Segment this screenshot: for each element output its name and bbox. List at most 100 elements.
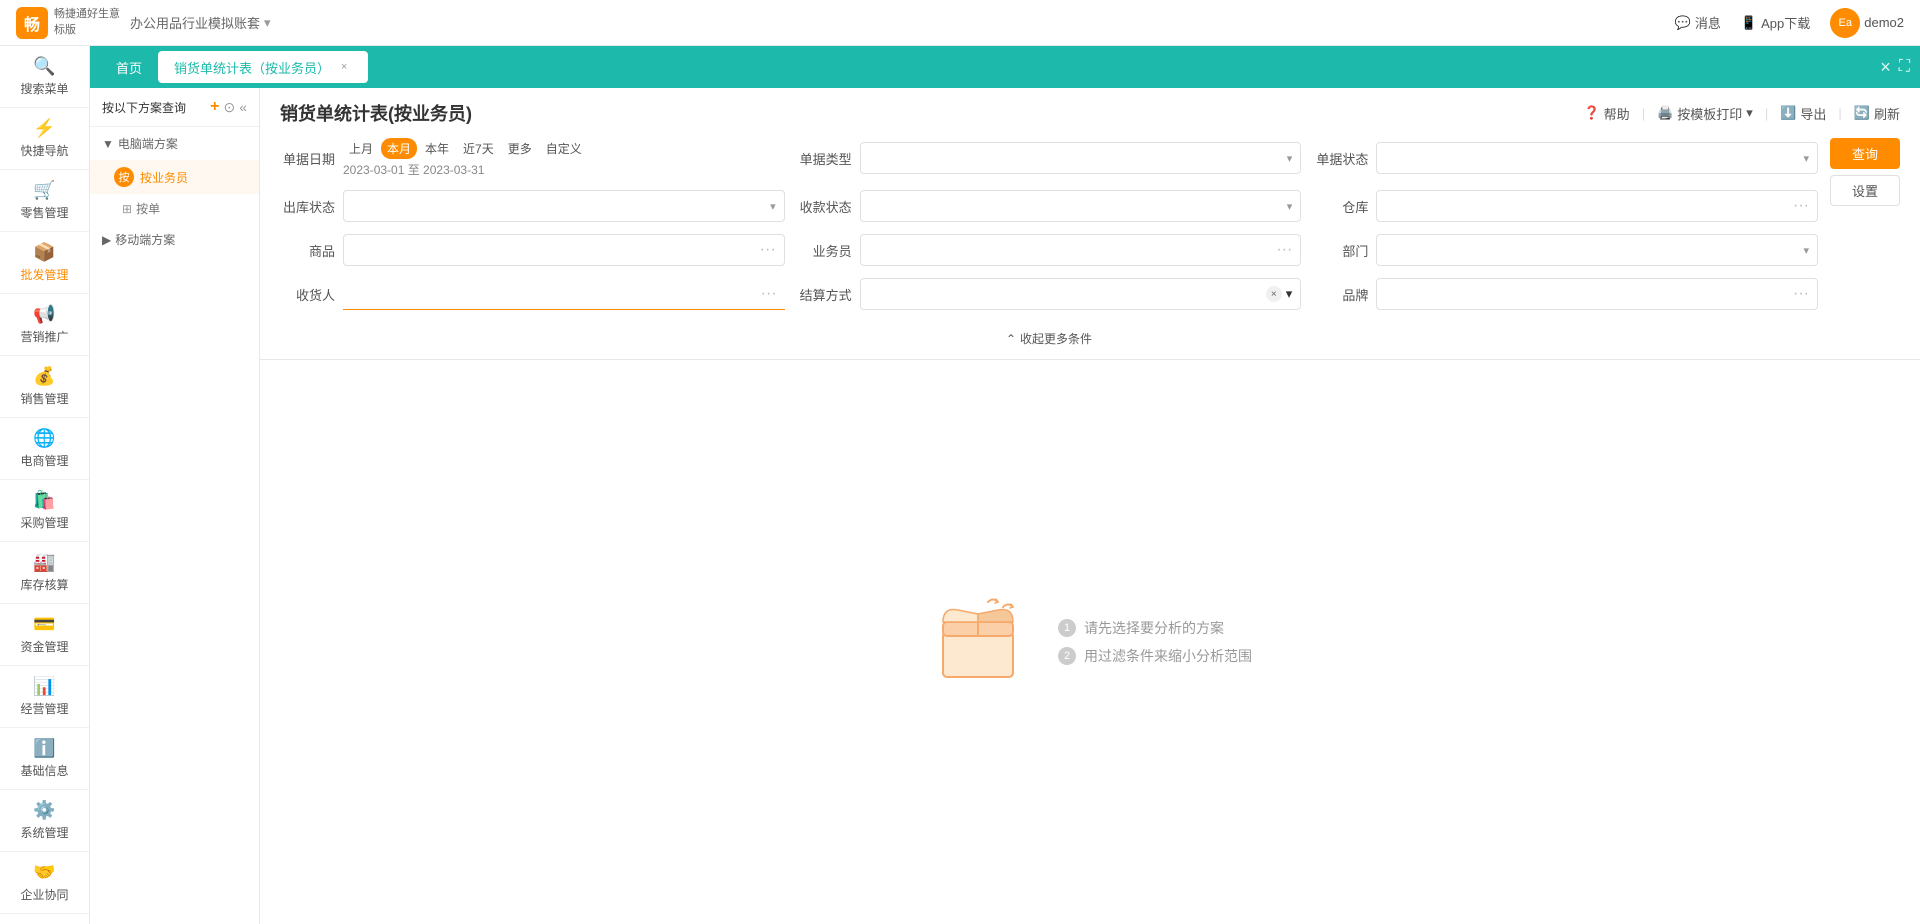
date-tab-last-month[interactable]: 上月 xyxy=(343,138,379,159)
doc-type-select[interactable]: ▾ xyxy=(860,142,1302,174)
separator3: | xyxy=(1838,106,1841,121)
collapse-arrow-icon: ⌃ xyxy=(1006,332,1016,346)
sidebar-item-marketing[interactable]: 📢 营销推广 xyxy=(0,294,89,356)
scheme-settings-icon[interactable]: ⊙ xyxy=(223,99,235,116)
sidebar-item-newbie[interactable]: 🎓 新手引导 xyxy=(0,914,89,924)
brand-input[interactable]: ··· xyxy=(1376,278,1818,310)
message-button[interactable]: 💬 消息 xyxy=(1675,13,1721,32)
tab-home[interactable]: 首页 xyxy=(100,51,158,83)
scheme-group-mobile: ▶ 移动端方案 xyxy=(90,223,259,256)
warehouse-dots-icon[interactable]: ··· xyxy=(1793,197,1809,215)
sidebar-item-system[interactable]: ⚙️ 系统管理 xyxy=(0,790,89,852)
tab-close-button[interactable]: × xyxy=(336,59,352,75)
receiver-dots-icon[interactable]: ··· xyxy=(761,285,777,303)
payment-dropdown-icon[interactable]: ▾ xyxy=(1286,286,1293,302)
expand-arrow-icon2: ▶ xyxy=(102,233,111,247)
tip1-text: 请先选择要分析的方案 xyxy=(1084,618,1224,638)
goods-dots-icon[interactable]: ··· xyxy=(760,241,776,259)
payment-clear-icon[interactable]: × xyxy=(1266,286,1282,302)
sidebar-item-quick-nav[interactable]: ⚡ 快捷导航 xyxy=(0,108,89,170)
date-tab-this-month[interactable]: 本月 xyxy=(381,138,417,159)
date-tab-this-year[interactable]: 本年 xyxy=(419,138,455,159)
date-tabs: 上月 本月 本年 近7天 更多 自定义 xyxy=(343,138,785,159)
scheme-group-desktop-title[interactable]: ▼ 电脑端方案 xyxy=(90,127,259,160)
goods-input[interactable]: ··· xyxy=(343,234,785,266)
salesperson-dots-icon[interactable]: ··· xyxy=(1276,241,1292,259)
scheme-add-icon[interactable]: + xyxy=(210,98,219,116)
sidebar-item-retail[interactable]: 🛒 零售管理 xyxy=(0,170,89,232)
date-tab-more[interactable]: 更多 xyxy=(502,138,538,159)
main-layout: 🔍 搜索菜单 ⚡ 快捷导航 🛒 零售管理 📦 批发管理 📢 营销推广 💰 销售管… xyxy=(0,46,1920,924)
sidebar-item-inventory[interactable]: 🏭 库存核算 xyxy=(0,542,89,604)
out-status-select[interactable]: ▾ xyxy=(343,190,785,222)
template-print-label: 按模板打印 xyxy=(1677,104,1742,123)
department-dropdown-icon: ▾ xyxy=(1803,244,1809,257)
sidebar-item-purchase[interactable]: 🛍️ 采购管理 xyxy=(0,480,89,542)
print-dropdown-icon: ▾ xyxy=(1746,105,1753,121)
collect-status-select[interactable]: ▾ xyxy=(860,190,1302,222)
filter-goods-field: 商品 ··· xyxy=(280,234,785,266)
warehouse-label: 仓库 xyxy=(1313,197,1368,216)
filter-salesperson-field: 业务员 ··· xyxy=(797,234,1302,266)
refresh-button[interactable]: 🔄 刷新 xyxy=(1854,104,1900,123)
scheme-group-desktop-label: 电脑端方案 xyxy=(118,135,178,152)
scheme-item-by-salesperson[interactable]: 按 按业务员 xyxy=(90,160,259,194)
doc-type-label: 单据类型 xyxy=(797,149,852,168)
finance-icon: 💳 xyxy=(33,614,55,635)
app-download-button[interactable]: 📱 App下载 xyxy=(1741,13,1810,32)
sidebar-item-basic[interactable]: ℹ️ 基础信息 xyxy=(0,728,89,790)
settings-button[interactable]: 设置 xyxy=(1830,175,1900,206)
sidebar-item-finance[interactable]: 💳 资金管理 xyxy=(0,604,89,666)
purchase-icon: 🛍️ xyxy=(33,490,55,511)
sidebar-item-enterprise[interactable]: 🤝 企业协同 xyxy=(0,852,89,914)
doc-type-dropdown-icon: ▾ xyxy=(1287,152,1293,165)
sidebar-item-label: 零售管理 xyxy=(20,204,68,221)
receiver-input[interactable]: ··· xyxy=(343,278,785,310)
scheme-sub-item-by-order[interactable]: ⊞ 按单 xyxy=(90,194,259,223)
expand-arrow-icon: ▼ xyxy=(102,137,114,151)
brand-label: 品牌 xyxy=(1313,285,1368,304)
department-select[interactable]: ▾ xyxy=(1376,234,1818,266)
scheme-actions: + ⊙ « xyxy=(210,98,247,116)
date-tab-custom[interactable]: 自定义 xyxy=(540,138,588,159)
tab-sales-stat[interactable]: 销货单统计表（按业务员） × xyxy=(158,51,368,83)
sidebar-item-search[interactable]: 🔍 搜索菜单 xyxy=(0,46,89,108)
tab-home-label: 首页 xyxy=(116,58,142,77)
brand-dots-icon[interactable]: ··· xyxy=(1793,285,1809,303)
sidebar-item-label: 经营管理 xyxy=(20,700,68,717)
salesperson-input[interactable]: ··· xyxy=(860,234,1302,266)
sidebar-item-operation[interactable]: 📊 经营管理 xyxy=(0,666,89,728)
close-tab-action[interactable]: × xyxy=(1880,57,1891,78)
warehouse-input[interactable]: ··· xyxy=(1376,190,1818,222)
breadcrumb-dropdown-icon[interactable]: ▾ xyxy=(264,15,271,31)
user-profile[interactable]: Ea demo2 xyxy=(1830,8,1904,38)
inventory-icon: 🏭 xyxy=(33,552,55,573)
scheme-collapse-icon[interactable]: « xyxy=(239,99,247,115)
top-header: 畅 畅捷通好生意 标版 办公用品行业模拟账套 ▾ 💬 消息 📱 App下载 Ea… xyxy=(0,0,1920,46)
date-field-input[interactable]: 上月 本月 本年 近7天 更多 自定义 2023-03-01 至 2023-03… xyxy=(343,138,785,178)
sidebar-item-ecommerce[interactable]: 🌐 电商管理 xyxy=(0,418,89,480)
receiver-label: 收货人 xyxy=(280,285,335,304)
filter-department-field: 部门 ▾ xyxy=(1313,234,1818,266)
app-download-label: App下载 xyxy=(1761,13,1810,32)
date-tab-7days[interactable]: 近7天 xyxy=(457,138,500,159)
print-icon: 🖨️ xyxy=(1657,105,1673,121)
sidebar-item-wholesale[interactable]: 📦 批发管理 xyxy=(0,232,89,294)
help-button[interactable]: ❓ 帮助 xyxy=(1583,104,1629,123)
export-button[interactable]: ⬇️ 导出 xyxy=(1780,104,1826,123)
sidebar-item-sales[interactable]: 💰 销售管理 xyxy=(0,356,89,418)
doc-status-select[interactable]: ▾ xyxy=(1376,142,1818,174)
sidebar-item-label: 批发管理 xyxy=(20,266,68,283)
payment-input[interactable]: × ▾ xyxy=(860,278,1302,310)
out-status-label: 出库状态 xyxy=(280,197,335,216)
scheme-sub-item-label: 按单 xyxy=(136,200,160,217)
template-print-button[interactable]: 🖨️ 按模板打印 ▾ xyxy=(1657,104,1753,123)
search-menu-icon: 🔍 xyxy=(33,56,55,77)
scheme-item-icon: 按 xyxy=(114,167,134,187)
tip1-num: 1 xyxy=(1058,619,1076,637)
query-button[interactable]: 查询 xyxy=(1830,138,1900,169)
scheme-group-mobile-title[interactable]: ▶ 移动端方案 xyxy=(90,223,259,256)
maximize-tab-action[interactable]: ⛶ xyxy=(1899,58,1910,76)
collapse-button[interactable]: ⌃ 收起更多条件 xyxy=(280,322,1818,347)
filter-row-2: 出库状态 ▾ 收款状态 xyxy=(280,190,1818,222)
